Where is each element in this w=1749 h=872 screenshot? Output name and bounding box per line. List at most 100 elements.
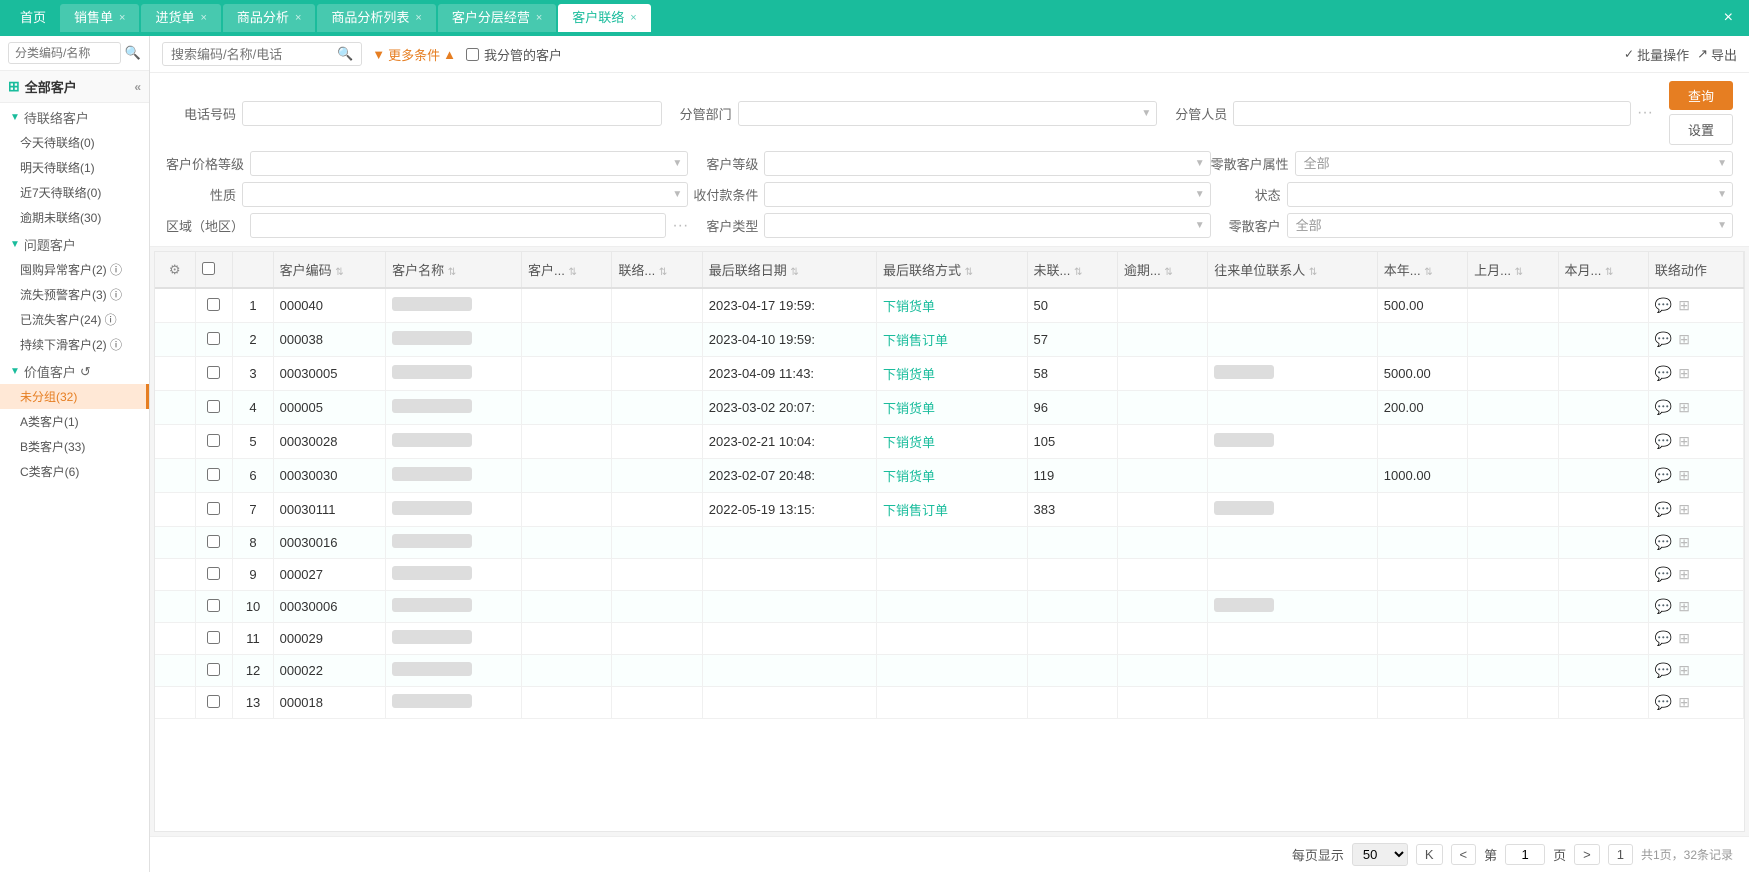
close-icon[interactable]: × (536, 4, 542, 32)
code-column-header[interactable]: 客户编码 ⇅ (273, 252, 386, 288)
last-month-column-header[interactable]: 上月... ⇅ (1468, 252, 1558, 288)
row-checkbox[interactable] (195, 288, 233, 323)
retail-customer-select[interactable]: 全部 (1287, 213, 1733, 238)
my-customers-checkbox[interactable] (466, 48, 479, 61)
sidebar-item-overdue-contact[interactable]: 逾期未联络(30) (0, 205, 149, 230)
message-icon[interactable]: 💬 (1655, 630, 1672, 647)
grid-action-icon[interactable]: ⊞ (1678, 297, 1690, 314)
close-icon[interactable]: × (630, 4, 636, 32)
sidebar-item-churned[interactable]: 已流失客户(24) ⓘ (0, 307, 149, 332)
row-checkbox[interactable] (195, 357, 233, 391)
row-settings[interactable] (155, 687, 195, 719)
tab-product-analysis-list[interactable]: 商品分析列表 × (317, 4, 435, 32)
overdue-column-header[interactable]: 逾期... ⇅ (1117, 252, 1207, 288)
phone-input[interactable] (242, 101, 662, 126)
row-checkbox[interactable] (195, 391, 233, 425)
last-date-column-header[interactable]: 最后联络日期 ⇅ (702, 252, 876, 288)
tab-customer-tier[interactable]: 客户分层经营 × (438, 4, 556, 32)
row-settings[interactable] (155, 323, 195, 357)
message-icon[interactable]: 💬 (1655, 331, 1672, 348)
message-icon[interactable]: 💬 (1655, 297, 1672, 314)
this-year-column-header[interactable]: 本年... ⇅ (1377, 252, 1467, 288)
row-last-method[interactable]: 下销货单 (877, 391, 1028, 425)
grid-action-icon[interactable]: ⊞ (1678, 433, 1690, 450)
sidebar-item-churn-warning[interactable]: 流失预警客户(3) ⓘ (0, 282, 149, 307)
price-level-select[interactable] (250, 151, 688, 176)
tab-purchase-order[interactable]: 进货单 × (141, 4, 220, 32)
message-icon[interactable]: 💬 (1655, 598, 1672, 615)
row-settings[interactable] (155, 493, 195, 527)
grid-action-icon[interactable]: ⊞ (1678, 399, 1690, 416)
page-number-input[interactable] (1505, 844, 1545, 865)
close-icon[interactable]: × (119, 4, 125, 32)
payment-select[interactable] (764, 182, 1210, 207)
row-settings[interactable] (155, 288, 195, 323)
row-settings[interactable] (155, 527, 195, 559)
last-page-button[interactable]: 1 (1608, 844, 1633, 865)
more-conditions-button[interactable]: ▼ 更多条件 ▲ (372, 45, 456, 64)
close-icon[interactable]: × (295, 4, 301, 32)
this-month-column-header[interactable]: 本月... ⇅ (1558, 252, 1648, 288)
row-settings[interactable] (155, 357, 195, 391)
settings-column-header[interactable]: ⚙ (155, 252, 195, 288)
row-checkbox[interactable] (195, 591, 233, 623)
grid-action-icon[interactable]: ⊞ (1678, 566, 1690, 583)
category-search-input[interactable] (8, 42, 121, 64)
prev-page-button[interactable]: < (1451, 844, 1477, 865)
tab-customer-contact[interactable]: 客户联络 × (558, 4, 650, 32)
sidebar-item-class-c[interactable]: C类客户(6) (0, 459, 149, 484)
row-checkbox[interactable] (195, 323, 233, 357)
close-icon[interactable]: × (415, 4, 421, 32)
dept-select[interactable] (738, 101, 1158, 126)
customer-search-input[interactable] (171, 47, 331, 62)
row-checkbox[interactable] (195, 459, 233, 493)
row-last-method[interactable]: 下销货单 (877, 288, 1028, 323)
row-checkbox[interactable] (195, 687, 233, 719)
query-button[interactable]: 查询 (1669, 81, 1733, 110)
grid-action-icon[interactable]: ⊞ (1678, 365, 1690, 382)
no-contact-column-header[interactable]: 未联... ⇅ (1027, 252, 1117, 288)
row-checkbox[interactable] (195, 493, 233, 527)
grid-action-icon[interactable]: ⊞ (1678, 662, 1690, 679)
batch-ops-button[interactable]: ✓ 批量操作 (1624, 45, 1689, 64)
close-window-button[interactable]: × (1716, 9, 1741, 27)
row-checkbox[interactable] (195, 655, 233, 687)
customer-type-select[interactable] (764, 213, 1210, 238)
contacts-column-header[interactable]: 往来单位联系人 ⇅ (1208, 252, 1378, 288)
message-icon[interactable]: 💬 (1655, 433, 1672, 450)
row-checkbox[interactable] (195, 623, 233, 655)
manager-input[interactable] (1233, 101, 1631, 126)
message-icon[interactable]: 💬 (1655, 467, 1672, 484)
sidebar-item-class-b[interactable]: B类客户(33) (0, 434, 149, 459)
message-icon[interactable]: 💬 (1655, 662, 1672, 679)
tab-home[interactable]: 首页 (8, 4, 58, 32)
tab-product-analysis[interactable]: 商品分析 × (223, 4, 315, 32)
row-last-method[interactable]: 下销售订单 (877, 493, 1028, 527)
row-settings[interactable] (155, 559, 195, 591)
row-last-method[interactable]: 下销售订单 (877, 323, 1028, 357)
page-size-select[interactable]: 50 100 200 (1352, 843, 1408, 866)
first-page-button[interactable]: K (1416, 844, 1443, 865)
sidebar-item-hoarding-abnormal[interactable]: 囤购异常客户(2) ⓘ (0, 257, 149, 282)
message-icon[interactable]: 💬 (1655, 365, 1672, 382)
all-customers-header[interactable]: ⊞ 全部客户 « (0, 71, 149, 103)
message-icon[interactable]: 💬 (1655, 694, 1672, 711)
collapse-icon[interactable]: « (134, 80, 141, 94)
search-icon[interactable]: 🔍 (337, 46, 353, 62)
more-icon[interactable]: ··· (1637, 104, 1653, 122)
grid-action-icon[interactable]: ⊞ (1678, 467, 1690, 484)
row-last-method[interactable]: 下销货单 (877, 425, 1028, 459)
sidebar-item-class-a[interactable]: A类客户(1) (0, 409, 149, 434)
sidebar-item-today-pending[interactable]: 今天待联络(0) (0, 130, 149, 155)
refresh-icon[interactable]: ↺ (80, 364, 91, 380)
row-settings[interactable] (155, 459, 195, 493)
contact-column-header[interactable]: 联络... ⇅ (612, 252, 702, 288)
row-settings[interactable] (155, 623, 195, 655)
select-all-checkbox[interactable] (202, 262, 215, 275)
next-page-button[interactable]: > (1574, 844, 1600, 865)
grid-action-icon[interactable]: ⊞ (1678, 694, 1690, 711)
export-button[interactable]: ↗ 导出 (1697, 45, 1737, 64)
last-method-column-header[interactable]: 最后联络方式 ⇅ (877, 252, 1028, 288)
sidebar-item-unclassified[interactable]: 未分组(32) (0, 384, 149, 409)
reset-button[interactable]: 设置 (1669, 114, 1733, 145)
